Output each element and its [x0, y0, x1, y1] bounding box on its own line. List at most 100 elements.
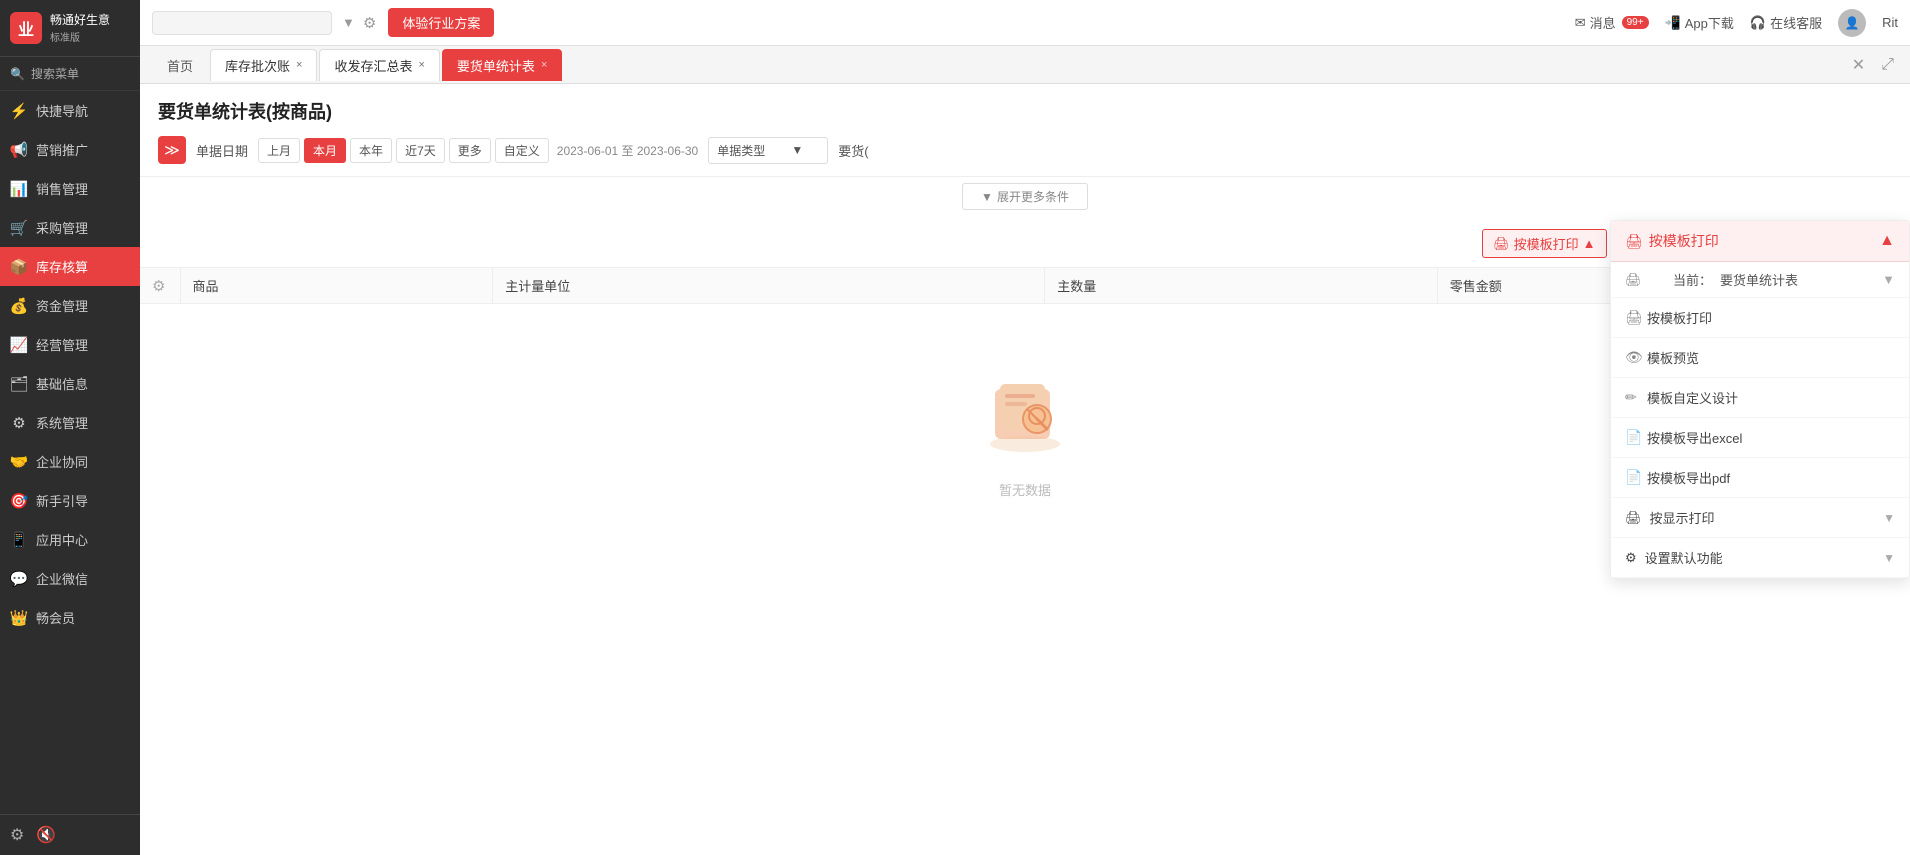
sidebar-item-label: 销售管理 — [36, 179, 88, 198]
page-content: 要货单统计表(按商品) ≫ 单据日期 上月 本月 本年 近7天 更多 自定义 2… — [140, 84, 1910, 855]
sidebar-item-inventory[interactable]: 📦 库存核算 — [0, 247, 140, 286]
sidebar-item-marketing[interactable]: 📢 营销推广 — [0, 130, 140, 169]
sidebar-item-label: 企业微信 — [36, 569, 88, 588]
sidebar-item-system[interactable]: ⚙ 系统管理 — [0, 403, 140, 442]
print-icon: 🖨 — [1493, 236, 1510, 252]
print-template-btn[interactable]: 🖨 按模板打印 ▲ — [1482, 229, 1606, 258]
filter-bar: ≫ 单据日期 上月 本月 本年 近7天 更多 自定义 2023-06-01 至 … — [140, 124, 1910, 177]
dropdown-item-template-preview[interactable]: 👁 模板预览 — [1611, 338, 1909, 378]
operations-icon: 📈 — [10, 336, 28, 354]
tab-order-stats[interactable]: 要货单统计表 × — [442, 49, 562, 81]
basic-icon: 🗂 — [10, 375, 28, 393]
app-version: 标准版 — [50, 29, 110, 44]
expand-more-btn[interactable]: ▼ 展开更多条件 — [962, 183, 1088, 210]
tab-receivables-close[interactable]: × — [418, 59, 424, 71]
sidebar-item-member[interactable]: 👑 畅会员 — [0, 598, 140, 637]
sidebar-item-purchase[interactable]: 🛒 采购管理 — [0, 208, 140, 247]
sidebar-item-enterprise[interactable]: 🤝 企业协同 — [0, 442, 140, 481]
sidebar-item-sales[interactable]: 📊 销售管理 — [0, 169, 140, 208]
dropdown-close-btn[interactable]: ▲ — [1879, 232, 1895, 250]
window-expand-btn[interactable]: ⤢ — [1877, 54, 1898, 76]
sidebar-item-label: 库存核算 — [36, 257, 88, 276]
date-btn-group: 上月 本月 本年 近7天 更多 自定义 2023-06-01 至 2023-06… — [258, 138, 698, 163]
search-menu[interactable]: 🔍 搜索菜单 — [0, 57, 140, 91]
app-name: 畅通好生意 — [50, 12, 110, 29]
date-btn-this-year[interactable]: 本年 — [350, 138, 392, 163]
order-goods-label: 要货( — [838, 141, 868, 160]
tabbar: 首页 库存批次账 × 收发存汇总表 × 要货单统计表 × ✕ ⤢ — [140, 46, 1910, 84]
app-name-block: 畅通好生意 标准版 — [50, 12, 110, 44]
tab-receivables[interactable]: 收发存汇总表 × — [319, 49, 439, 81]
sidebar-item-appstore[interactable]: 📱 应用中心 — [0, 520, 140, 559]
dropdown-print-icon: 🖨 — [1625, 233, 1643, 250]
sidebar-item-label: 采购管理 — [36, 218, 88, 237]
tab-inventory-batch-close[interactable]: × — [296, 59, 302, 71]
template-design-icon: ✏ — [1625, 389, 1637, 406]
tab-inventory-batch[interactable]: 库存批次账 × — [210, 49, 317, 81]
col-settings: ⚙ — [140, 268, 180, 304]
sidebar-item-label: 企业协同 — [36, 452, 88, 471]
online-service-btn[interactable]: 🎧 在线客服 — [1750, 13, 1822, 32]
sidebar-item-basic[interactable]: 🗂 基础信息 — [0, 364, 140, 403]
sidebar-item-quick-nav[interactable]: ⚡ 快捷导航 — [0, 91, 140, 130]
date-btn-more[interactable]: 更多 — [449, 138, 491, 163]
tab-inventory-batch-label: 库存批次账 — [225, 56, 290, 75]
appstore-icon: 📱 — [10, 531, 28, 549]
sidebar-item-wechat[interactable]: 💬 企业微信 — [0, 559, 140, 598]
date-btn-custom[interactable]: 自定义 — [495, 138, 549, 163]
sidebar-item-label: 营销推广 — [36, 140, 88, 159]
set-default-icon: ⚙ — [1625, 550, 1637, 566]
filter-expand-btn[interactable]: ≫ — [158, 136, 186, 164]
app-logo-icon: 业 — [10, 12, 42, 44]
industry-btn[interactable]: 体验行业方案 — [388, 8, 494, 37]
print-chevron-up-icon: ▲ — [1583, 236, 1596, 251]
dropdown-set-default[interactable]: ⚙ 设置默认功能 ▼ — [1611, 538, 1909, 578]
settings-bottom-icon[interactable]: ⚙ — [10, 825, 24, 845]
sidebar-item-finance[interactable]: 💰 资金管理 — [0, 286, 140, 325]
col-quantity: 主数量 — [1045, 268, 1438, 304]
app-download-btn[interactable]: 📲 App下载 — [1665, 13, 1734, 32]
set-default-arrow: ▼ — [1883, 551, 1895, 565]
dropdown-item-export-pdf[interactable]: 📄 按模板导出pdf — [1611, 458, 1909, 498]
filter-expand-row: ▼ 展开更多条件 — [140, 177, 1910, 220]
window-close-btn[interactable]: ✕ — [1848, 53, 1869, 77]
table-settings-icon[interactable]: ⚙ — [152, 278, 165, 295]
sidebar-nav: ⚡ 快捷导航 📢 营销推广 📊 销售管理 🛒 采购管理 📦 库存核算 💰 资金管… — [0, 91, 140, 814]
system-icon: ⚙ — [10, 414, 28, 432]
mute-icon[interactable]: 🔇 — [36, 825, 56, 845]
date-btn-last-month[interactable]: 上月 — [258, 138, 300, 163]
topbar-chevron-icon[interactable]: ▼ — [342, 15, 355, 30]
sidebar-item-operations[interactable]: 📈 经营管理 — [0, 325, 140, 364]
sidebar-item-label: 基础信息 — [36, 374, 88, 393]
message-btn[interactable]: ✉ 消息 99+ — [1575, 13, 1649, 32]
order-type-select[interactable]: 单据类型 ▼ — [708, 137, 828, 164]
sidebar-logo: 业 畅通好生意 标准版 — [0, 0, 140, 57]
sidebar-item-label: 新手引导 — [36, 491, 88, 510]
dropdown-item-template-design[interactable]: ✏ 模板自定义设计 — [1611, 378, 1909, 418]
dropdown-display-print[interactable]: 🖨 按显示打印 ▼ — [1611, 498, 1909, 538]
inventory-icon: 📦 — [10, 258, 28, 276]
sidebar-item-newbie[interactable]: 🎯 新手引导 — [0, 481, 140, 520]
date-btn-this-month[interactable]: 本月 — [304, 138, 346, 163]
sidebar-item-label: 畅会员 — [36, 608, 75, 627]
sidebar-item-label: 经营管理 — [36, 335, 88, 354]
dropdown-item-template-print[interactable]: 🖨 按模板打印 — [1611, 298, 1909, 338]
message-icon: ✉ — [1575, 15, 1586, 31]
newbie-icon: 🎯 — [10, 492, 28, 510]
set-default-label: 设置默认功能 — [1645, 548, 1723, 567]
tab-order-stats-close[interactable]: × — [541, 59, 547, 71]
dropdown-current-item[interactable]: 🖨 当前： 要货单统计表 ▼ — [1611, 262, 1909, 298]
date-btn-7days[interactable]: 近7天 — [396, 138, 445, 163]
avatar[interactable]: 👤 — [1838, 9, 1866, 37]
online-service-label: 在线客服 — [1770, 13, 1822, 32]
page-title: 要货单统计表(按商品) — [140, 84, 1910, 124]
dropdown-current-label: 当前： — [1673, 270, 1712, 289]
dropdown-item-export-excel[interactable]: 📄 按模板导出excel — [1611, 418, 1909, 458]
order-type-chevron: ▼ — [791, 143, 803, 157]
service-icon: 🎧 — [1750, 15, 1766, 31]
wechat-icon: 💬 — [10, 570, 28, 588]
tab-home[interactable]: 首页 — [152, 49, 208, 81]
template-preview-icon: 👁 — [1625, 349, 1643, 366]
topbar-gear-icon[interactable]: ⚙ — [363, 14, 376, 32]
topbar-search-input[interactable] — [152, 11, 332, 35]
